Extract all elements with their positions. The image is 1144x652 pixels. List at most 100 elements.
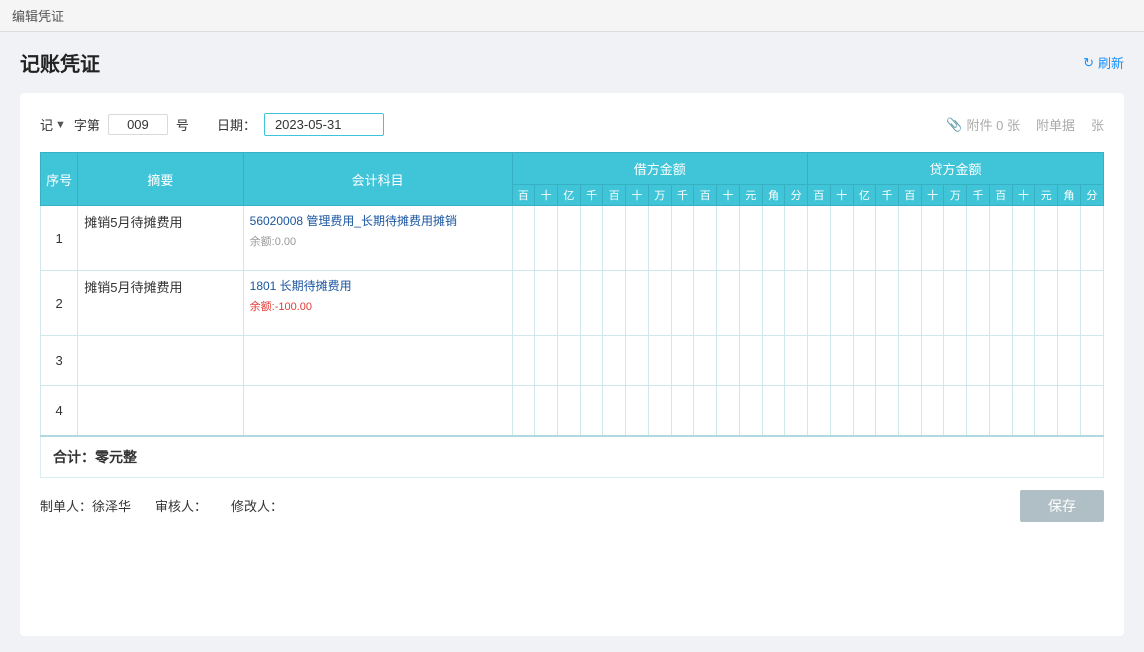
debit-digit-cell[interactable] — [512, 336, 535, 386]
debit-digit-cell[interactable] — [648, 206, 671, 271]
credit-digit-cell[interactable] — [989, 386, 1012, 436]
debit-digit-cell[interactable] — [580, 271, 603, 336]
credit-digit-cell[interactable] — [989, 206, 1012, 271]
credit-digit-cell[interactable] — [1012, 386, 1035, 436]
credit-digit-cell[interactable] — [1035, 206, 1058, 271]
credit-digit-cell[interactable] — [1012, 271, 1035, 336]
debit-digit-cell[interactable] — [671, 206, 694, 271]
debit-digit-cell[interactable] — [671, 336, 694, 386]
credit-digit-cell[interactable] — [1058, 386, 1081, 436]
credit-digit-cell[interactable] — [967, 271, 990, 336]
credit-digit-cell[interactable] — [989, 271, 1012, 336]
credit-digit-cell[interactable] — [876, 206, 899, 271]
credit-digit-cell[interactable] — [853, 271, 876, 336]
dan-ju-button[interactable]: 附单据 — [1036, 115, 1075, 134]
debit-digit-cell[interactable] — [671, 386, 694, 436]
row-summary[interactable] — [78, 336, 243, 386]
credit-digit-cell[interactable] — [1080, 271, 1103, 336]
debit-digit-cell[interactable] — [648, 386, 671, 436]
row-account[interactable] — [243, 336, 512, 386]
credit-digit-cell[interactable] — [830, 386, 853, 436]
debit-digit-cell[interactable] — [785, 336, 808, 386]
refresh-button[interactable]: ↻ 刷新 — [1083, 53, 1124, 72]
debit-digit-cell[interactable] — [557, 206, 580, 271]
credit-digit-cell[interactable] — [898, 386, 921, 436]
ji-dropdown-button[interactable]: ▼ — [55, 119, 66, 131]
credit-digit-cell[interactable] — [830, 336, 853, 386]
debit-digit-cell[interactable] — [603, 336, 626, 386]
debit-digit-cell[interactable] — [557, 386, 580, 436]
debit-digit-cell[interactable] — [717, 336, 740, 386]
credit-digit-cell[interactable] — [853, 386, 876, 436]
credit-digit-cell[interactable] — [830, 206, 853, 271]
debit-digit-cell[interactable] — [694, 206, 717, 271]
credit-digit-cell[interactable] — [1012, 206, 1035, 271]
credit-digit-cell[interactable] — [808, 336, 831, 386]
debit-digit-cell[interactable] — [535, 206, 558, 271]
debit-digit-cell[interactable] — [762, 386, 785, 436]
debit-digit-cell[interactable] — [535, 386, 558, 436]
save-button[interactable]: 保存 — [1020, 490, 1104, 522]
credit-digit-cell[interactable] — [1080, 386, 1103, 436]
credit-digit-cell[interactable] — [989, 336, 1012, 386]
row-account[interactable] — [243, 386, 512, 436]
debit-digit-cell[interactable] — [626, 336, 649, 386]
credit-digit-cell[interactable] — [830, 271, 853, 336]
debit-digit-cell[interactable] — [648, 271, 671, 336]
credit-digit-cell[interactable] — [944, 206, 967, 271]
debit-digit-cell[interactable] — [717, 206, 740, 271]
credit-digit-cell[interactable] — [1035, 271, 1058, 336]
row-account[interactable]: 1801 长期待摊费用余额:-100.00 — [243, 271, 512, 336]
credit-digit-cell[interactable] — [1035, 386, 1058, 436]
credit-digit-cell[interactable] — [1080, 336, 1103, 386]
credit-digit-cell[interactable] — [944, 386, 967, 436]
debit-digit-cell[interactable] — [694, 271, 717, 336]
debit-digit-cell[interactable] — [580, 386, 603, 436]
credit-digit-cell[interactable] — [898, 271, 921, 336]
debit-digit-cell[interactable] — [535, 336, 558, 386]
debit-digit-cell[interactable] — [739, 271, 762, 336]
credit-digit-cell[interactable] — [921, 206, 944, 271]
credit-digit-cell[interactable] — [944, 271, 967, 336]
debit-digit-cell[interactable] — [762, 206, 785, 271]
debit-digit-cell[interactable] — [557, 336, 580, 386]
debit-digit-cell[interactable] — [717, 386, 740, 436]
debit-digit-cell[interactable] — [557, 271, 580, 336]
row-summary[interactable]: 摊销5月待摊费用 — [78, 271, 243, 336]
credit-digit-cell[interactable] — [876, 386, 899, 436]
credit-digit-cell[interactable] — [808, 206, 831, 271]
credit-digit-cell[interactable] — [898, 206, 921, 271]
row-summary[interactable]: 摊销5月待摊费用 — [78, 206, 243, 271]
credit-digit-cell[interactable] — [808, 271, 831, 336]
credit-digit-cell[interactable] — [876, 336, 899, 386]
debit-digit-cell[interactable] — [603, 271, 626, 336]
row-account[interactable]: 56020008 管理费用_长期待摊费用摊销余额:0.00 — [243, 206, 512, 271]
credit-digit-cell[interactable] — [1035, 336, 1058, 386]
zi-number-input[interactable] — [108, 114, 168, 135]
credit-digit-cell[interactable] — [967, 386, 990, 436]
credit-digit-cell[interactable] — [921, 271, 944, 336]
credit-digit-cell[interactable] — [1058, 206, 1081, 271]
attachment-button[interactable]: 📎 附件 0 张 — [946, 115, 1020, 134]
credit-digit-cell[interactable] — [898, 336, 921, 386]
debit-digit-cell[interactable] — [694, 336, 717, 386]
debit-digit-cell[interactable] — [648, 336, 671, 386]
debit-digit-cell[interactable] — [739, 386, 762, 436]
credit-digit-cell[interactable] — [967, 206, 990, 271]
credit-digit-cell[interactable] — [1080, 206, 1103, 271]
credit-digit-cell[interactable] — [1058, 271, 1081, 336]
credit-digit-cell[interactable] — [944, 336, 967, 386]
debit-digit-cell[interactable] — [762, 271, 785, 336]
debit-digit-cell[interactable] — [512, 206, 535, 271]
debit-digit-cell[interactable] — [626, 386, 649, 436]
credit-digit-cell[interactable] — [921, 386, 944, 436]
credit-digit-cell[interactable] — [876, 271, 899, 336]
debit-digit-cell[interactable] — [580, 336, 603, 386]
debit-digit-cell[interactable] — [762, 336, 785, 386]
debit-digit-cell[interactable] — [603, 386, 626, 436]
debit-digit-cell[interactable] — [580, 206, 603, 271]
debit-digit-cell[interactable] — [535, 271, 558, 336]
debit-digit-cell[interactable] — [512, 386, 535, 436]
debit-digit-cell[interactable] — [671, 271, 694, 336]
debit-digit-cell[interactable] — [785, 386, 808, 436]
